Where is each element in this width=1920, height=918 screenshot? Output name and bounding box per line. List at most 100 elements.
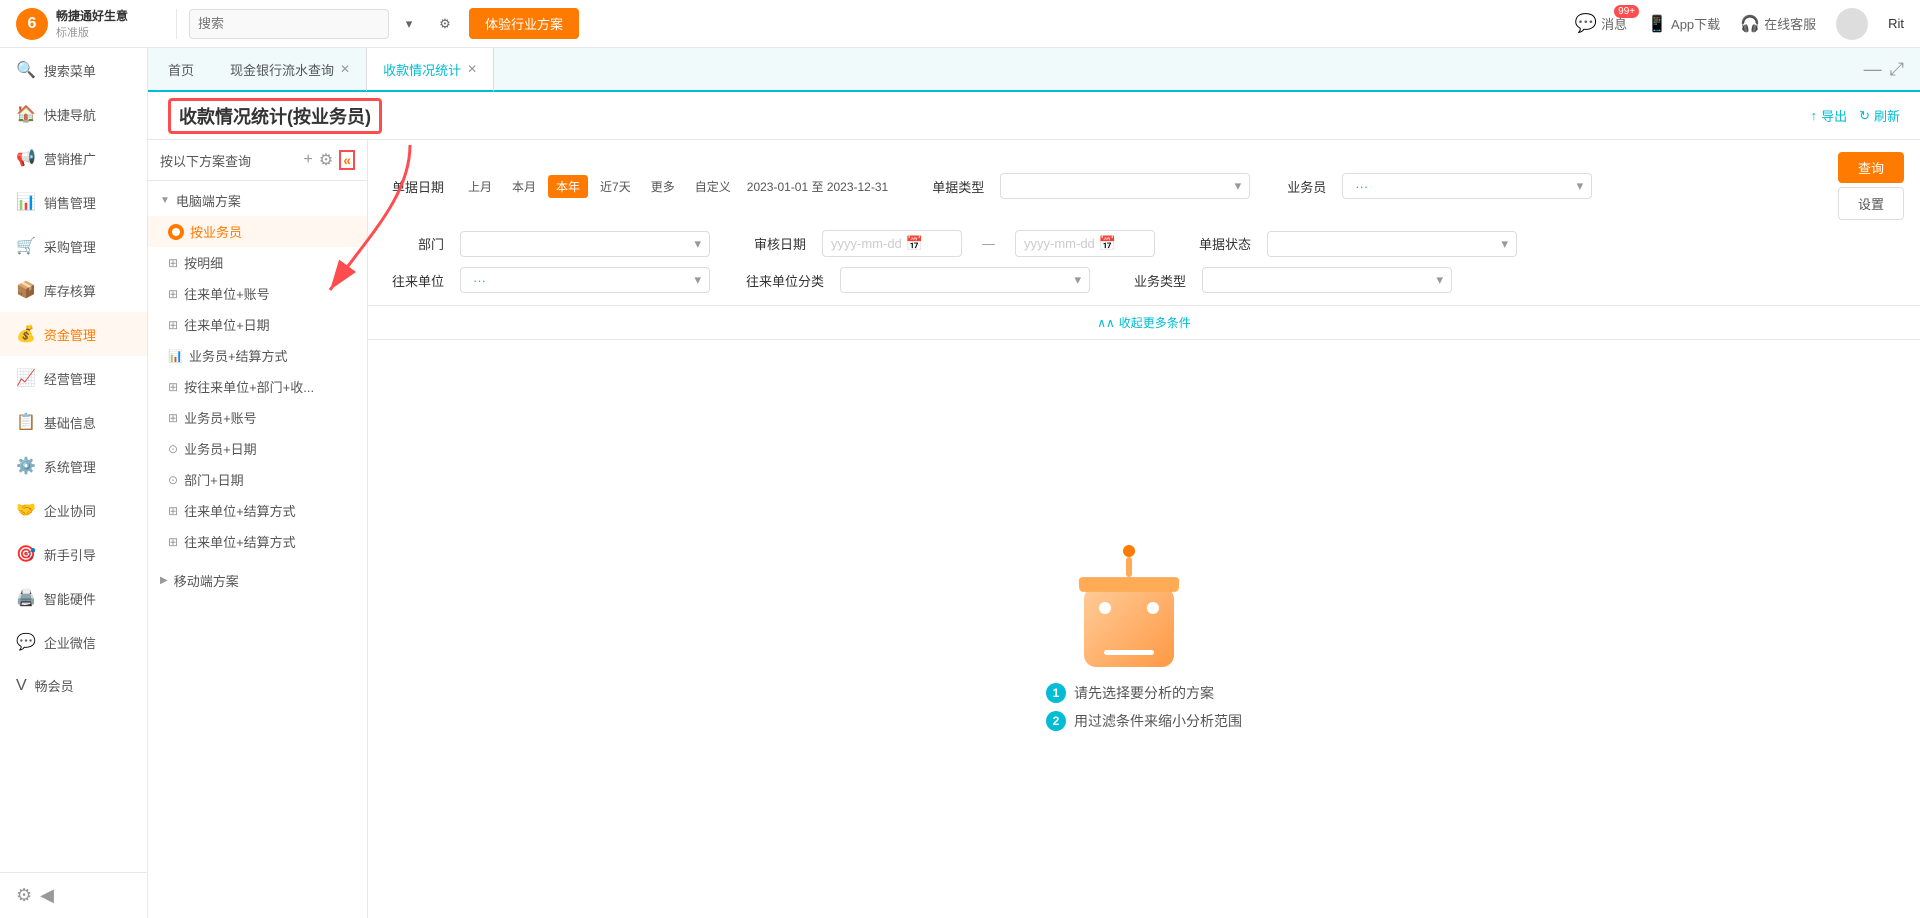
robot-eye-right: [1147, 602, 1159, 614]
date-dash: —: [978, 236, 999, 251]
top-search-input[interactable]: [189, 9, 389, 39]
unit-select[interactable]: ··· ▾: [460, 267, 710, 293]
salesman-select[interactable]: ··· ▾: [1342, 173, 1592, 199]
sidebar-item-enterprise[interactable]: 🤝 企业协同: [0, 488, 147, 532]
online-service-btn[interactable]: 🎧 在线客服: [1740, 14, 1816, 34]
date-label: 单据日期: [384, 177, 444, 196]
export-icon: ↑: [1811, 108, 1818, 123]
tree-item-label: 按业务员: [190, 222, 242, 241]
salesman-more-icon[interactable]: ···: [1355, 179, 1368, 194]
export-button[interactable]: ↑ 导出: [1811, 106, 1848, 125]
app-download-btn[interactable]: 📱 App下载: [1647, 14, 1720, 34]
sidebar-item-wechat[interactable]: 💬 企业微信: [0, 620, 147, 664]
finance-icon: 💰: [16, 324, 36, 344]
page-header: 收款情况统计(按业务员) ↑ 导出 ↻ 刷新: [148, 92, 1920, 140]
sidebar-item-operation[interactable]: 📈 经营管理: [0, 356, 147, 400]
sidebar-item-member[interactable]: V 畅会员: [0, 664, 147, 707]
tree-item-by-detail[interactable]: ⊞ 按明细: [148, 247, 367, 278]
sidebar-collapse-icon[interactable]: ◀: [40, 885, 54, 906]
unit-category-select[interactable]: ▾: [840, 267, 1090, 293]
date-tab-last-month[interactable]: 上月: [460, 175, 500, 198]
sidebar-settings-icon[interactable]: ⚙: [16, 885, 32, 906]
sidebar-item-system[interactable]: ⚙️ 系统管理: [0, 444, 147, 488]
tab-maximize-icon[interactable]: ⤢: [1890, 59, 1904, 80]
sidebar-item-basic-info[interactable]: 📋 基础信息: [0, 400, 147, 444]
sidebar-item-hardware[interactable]: 🖨️ 智能硬件: [0, 576, 147, 620]
tree-item-unit-account[interactable]: ⊞ 往来单位+账号: [148, 278, 367, 309]
date-tab-7days[interactable]: 近7天: [592, 175, 639, 198]
trial-button[interactable]: 体验行业方案: [469, 8, 579, 39]
unit-payment2-icon: ⊞: [168, 504, 178, 518]
audit-date-start-input[interactable]: yyyy-mm-dd 📅: [822, 230, 962, 257]
query-button[interactable]: 查询: [1838, 152, 1904, 183]
tree-item-label: 按明细: [184, 253, 223, 272]
user-avatar[interactable]: [1836, 8, 1868, 40]
tree-item-unit-date[interactable]: ⊞ 往来单位+日期: [148, 309, 367, 340]
tree-item-dept-date[interactable]: ⊙ 部门+日期: [148, 464, 367, 495]
settings-button[interactable]: 设置: [1838, 187, 1904, 220]
tree-item-unit-payment3[interactable]: ⊞ 往来单位+结算方式: [148, 526, 367, 557]
sidebar-item-finance[interactable]: 💰 资金管理: [0, 312, 147, 356]
sidebar-item-search-menu[interactable]: 🔍 搜索菜单: [0, 48, 147, 92]
unit-more-icon[interactable]: ···: [473, 273, 486, 288]
tree-item-unit-payment2[interactable]: ⊞ 往来单位+结算方式: [148, 495, 367, 526]
sidebar-item-inventory[interactable]: 📦 库存核算: [0, 268, 147, 312]
date-tab-this-year[interactable]: 本年: [548, 175, 588, 198]
tab-minimize-icon[interactable]: —: [1864, 59, 1882, 80]
unit-chevron-icon: ▾: [694, 272, 701, 288]
sidebar-item-quick-nav[interactable]: 🏠 快捷导航: [0, 92, 147, 136]
notification-area[interactable]: 💬 消息 99+: [1575, 13, 1627, 34]
panel-add-icon[interactable]: +: [304, 151, 313, 169]
voucher-type-select[interactable]: ▾: [1000, 173, 1250, 199]
salesman-date-icon: ⊙: [168, 442, 178, 456]
sidebar-item-label: 销售管理: [44, 193, 96, 212]
tab-collection-stats[interactable]: 收款情况统计 ✕: [367, 48, 494, 92]
tree-item-unit-dept-collect[interactable]: ⊞ 按往来单位+部门+收...: [148, 371, 367, 402]
panel-header: 按以下方案查询 + ⚙ «: [148, 140, 367, 181]
tree-item-salesman-date[interactable]: ⊙ 业务员+日期: [148, 433, 367, 464]
tab-home[interactable]: 首页: [148, 60, 214, 79]
tree-item-label: 业务员+日期: [184, 439, 257, 458]
voucher-status-select[interactable]: ▾: [1267, 231, 1517, 257]
robot-antenna: [1126, 557, 1132, 577]
online-service-label: 在线客服: [1764, 14, 1816, 33]
audit-date-end-input[interactable]: yyyy-mm-dd 📅: [1015, 230, 1155, 257]
panel-collapse-icon[interactable]: «: [339, 150, 355, 170]
logo-text-area: 畅捷通好生意 标准版: [56, 7, 128, 40]
collapse-bar[interactable]: ∧∧ 收起更多条件: [368, 306, 1920, 340]
panel-settings-icon[interactable]: ⚙: [319, 150, 333, 170]
basic-info-icon: 📋: [16, 412, 36, 432]
tree-item-by-salesman[interactable]: 按业务员: [148, 216, 367, 247]
tree-item-salesman-account[interactable]: ⊞ 业务员+账号: [148, 402, 367, 433]
empty-illustration: 1 请先选择要分析的方案 2 用过滤条件来缩小分析范围: [1046, 527, 1242, 731]
date-tab-custom[interactable]: 自定义: [687, 175, 739, 198]
sidebar-item-label: 新手引导: [44, 545, 96, 564]
filter-row-2: 部门 ▾ 审核日期 yyyy-mm-dd 📅 — yyyy-mm-dd: [384, 230, 1904, 257]
sidebar-item-label: 经营管理: [44, 369, 96, 388]
business-type-select[interactable]: ▾: [1202, 267, 1452, 293]
edition-label: 标准版: [56, 24, 128, 40]
tree-group-desktop-header[interactable]: ▼ 电脑端方案: [148, 185, 367, 216]
date-tab-this-month[interactable]: 本月: [504, 175, 544, 198]
tab-close-bank-flow-icon[interactable]: ✕: [340, 62, 350, 76]
settings-icon[interactable]: ⚙: [429, 8, 461, 40]
business-type-label: 业务类型: [1126, 271, 1186, 290]
refresh-button[interactable]: ↻ 刷新: [1859, 106, 1900, 125]
sidebar-item-purchase[interactable]: 🛒 采购管理: [0, 224, 147, 268]
tree-item-label: 往来单位+结算方式: [184, 501, 296, 520]
search-dropdown-icon[interactable]: ▾: [397, 12, 421, 36]
tree-group-mobile-header[interactable]: ▶ 移动端方案: [148, 565, 367, 596]
divider: [176, 9, 177, 39]
tab-bank-flow[interactable]: 现金银行流水查询 ✕: [214, 47, 367, 91]
date-tab-more[interactable]: 更多: [643, 175, 683, 198]
collapse-up-icon: ∧∧: [1097, 316, 1115, 330]
sidebar-item-marketing[interactable]: 📢 营销推广: [0, 136, 147, 180]
sidebar-item-sales[interactable]: 📊 销售管理: [0, 180, 147, 224]
page-header-actions: ↑ 导出 ↻ 刷新: [1811, 106, 1900, 125]
date-range-display: 2023-01-01 至 2023-12-31: [747, 178, 888, 195]
right-panel: 单据日期 上月 本月 本年 近7天 更多 自定义 2023-01-01 至 20…: [368, 140, 1920, 918]
sidebar-item-guide[interactable]: 🎯 新手引导: [0, 532, 147, 576]
tab-close-collection-stats-icon[interactable]: ✕: [467, 62, 477, 76]
dept-select[interactable]: ▾: [460, 231, 710, 257]
tree-item-salesman-payment[interactable]: 📊 业务员+结算方式: [148, 340, 367, 371]
